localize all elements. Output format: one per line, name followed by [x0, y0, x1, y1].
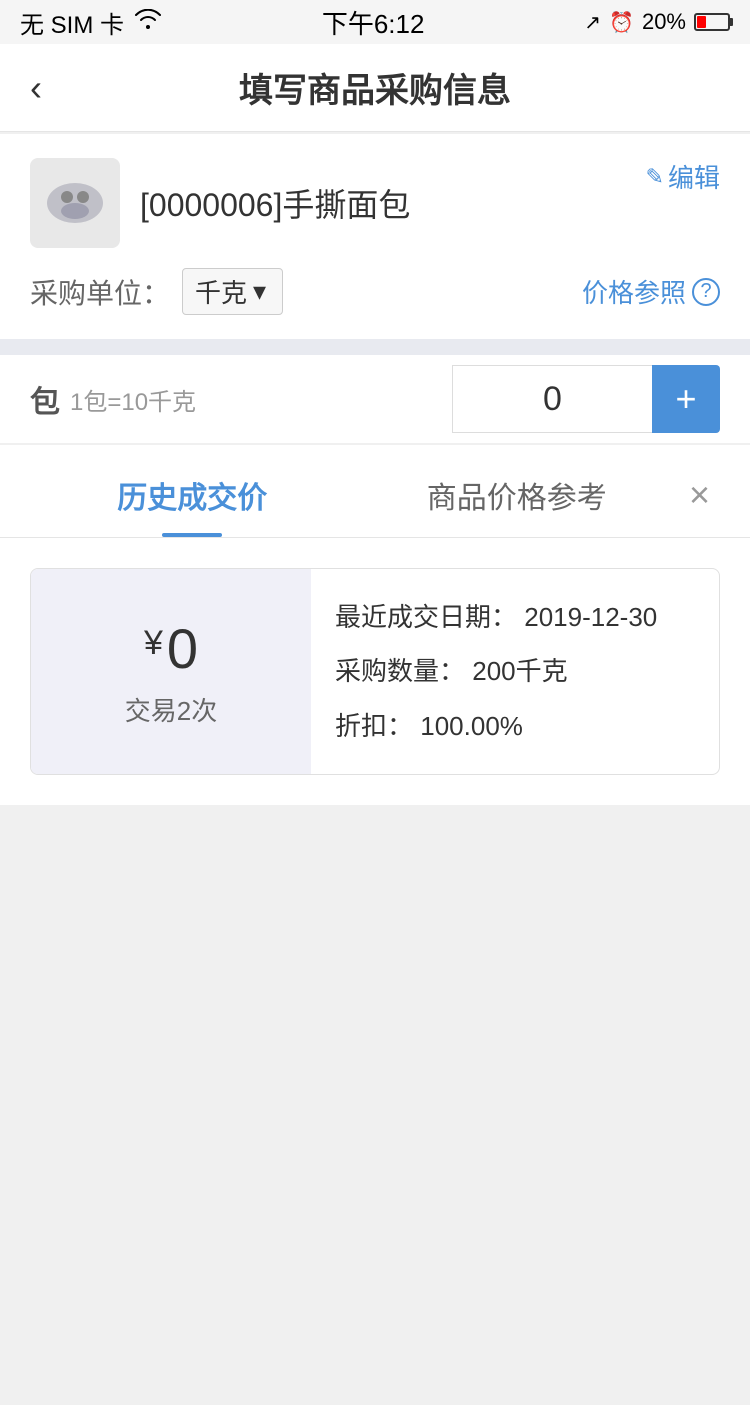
alarm-icon: ⏰ [609, 10, 634, 35]
product-section: [0000006]手撕面包 ✎ 编辑 采购单位： 千克 ▾ 价格参照 ? [0, 134, 750, 339]
unit-label: 采购单位： [30, 272, 170, 312]
quantity-detail-value: 200千克 [472, 656, 567, 686]
price-amount: 0 [167, 616, 198, 681]
quantity-controls: + [452, 365, 720, 433]
status-bar: 无 SIM 卡 下午6:12 ↗ ⏰ 20% [0, 0, 750, 44]
recent-date-value: 2019-12-30 [524, 602, 657, 632]
quantity-input[interactable] [452, 365, 652, 433]
price-symbol: ¥ [144, 624, 163, 663]
unit-info: 包 1包=10千克 [30, 377, 196, 421]
recent-date-label: 最近成交日期： [335, 602, 517, 632]
tab-price-ref-label: 商品价格参考 [427, 482, 607, 515]
edit-icon: ✎ [646, 164, 664, 190]
card-price: ¥ 0 [144, 616, 198, 681]
card-right: 最近成交日期： 2019-12-30 采购数量： 200千克 折扣： 100.0… [311, 569, 719, 774]
purchase-quantity-row: 采购数量： 200千克 [335, 653, 695, 689]
unit-value: 千克 [195, 273, 247, 310]
battery-icon [694, 13, 730, 31]
recent-date-row: 最近成交日期： 2019-12-30 [335, 599, 695, 635]
location-icon: ↗ [584, 10, 601, 35]
tab-bar: 历史成交价 商品价格参考 × [0, 445, 750, 538]
unit-row: 采购单位： 千克 ▾ 价格参照 ? [30, 268, 720, 315]
quantity-plus-button[interactable]: + [652, 365, 720, 433]
tab-product-price-ref[interactable]: 商品价格参考 [354, 445, 678, 537]
unit-select[interactable]: 千克 ▾ [182, 268, 283, 315]
battery-percent: 20% [642, 9, 686, 35]
no-sim-label: 无 SIM 卡 [20, 5, 124, 40]
history-card: ¥ 0 交易2次 最近成交日期： 2019-12-30 采购数量： 200千克 … [30, 568, 720, 775]
discount-value: 100.00% [420, 711, 523, 741]
help-icon: ? [692, 278, 720, 306]
tab-close-button[interactable]: × [679, 446, 720, 536]
tab-history-label: 历史成交价 [117, 482, 267, 515]
product-name: [0000006]手撕面包 [140, 180, 410, 226]
quantity-row: 包 1包=10千克 + [0, 355, 750, 443]
unit-hint: 1包=10千克 [70, 382, 196, 417]
status-right: ↗ ⏰ 20% [584, 9, 730, 35]
main-content [0, 805, 750, 1405]
section-divider [0, 339, 750, 355]
quantity-label: 采购数量： [335, 656, 465, 686]
dropdown-icon: ▾ [253, 276, 266, 307]
price-ref-label: 价格参照 [582, 273, 686, 310]
back-button[interactable]: ‹ [20, 57, 52, 119]
unit-badge: 包 [30, 377, 60, 421]
status-time: 下午6:12 [322, 4, 425, 41]
card-trades: 交易2次 [125, 691, 217, 728]
edit-button[interactable]: ✎ 编辑 [646, 158, 720, 195]
product-left: [0000006]手撕面包 [30, 158, 410, 248]
history-content: ¥ 0 交易2次 最近成交日期： 2019-12-30 采购数量： 200千克 … [0, 538, 750, 805]
wifi-icon [134, 8, 162, 36]
price-ref-button[interactable]: 价格参照 ? [582, 273, 720, 310]
tab-history-price[interactable]: 历史成交价 [30, 445, 354, 537]
page-title: 填写商品采购信息 [239, 63, 511, 112]
nav-bar: ‹ 填写商品采购信息 [0, 44, 750, 132]
card-left: ¥ 0 交易2次 [31, 569, 311, 774]
status-left: 无 SIM 卡 [20, 5, 162, 40]
product-header: [0000006]手撕面包 ✎ 编辑 [30, 158, 720, 248]
tab-section: 历史成交价 商品价格参考 × ¥ 0 交易2次 最近成交日期： 2019-12-… [0, 445, 750, 805]
discount-label: 折扣： [335, 711, 413, 741]
discount-row: 折扣： 100.00% [335, 708, 695, 744]
product-thumbnail [30, 158, 120, 248]
edit-label: 编辑 [668, 158, 720, 195]
